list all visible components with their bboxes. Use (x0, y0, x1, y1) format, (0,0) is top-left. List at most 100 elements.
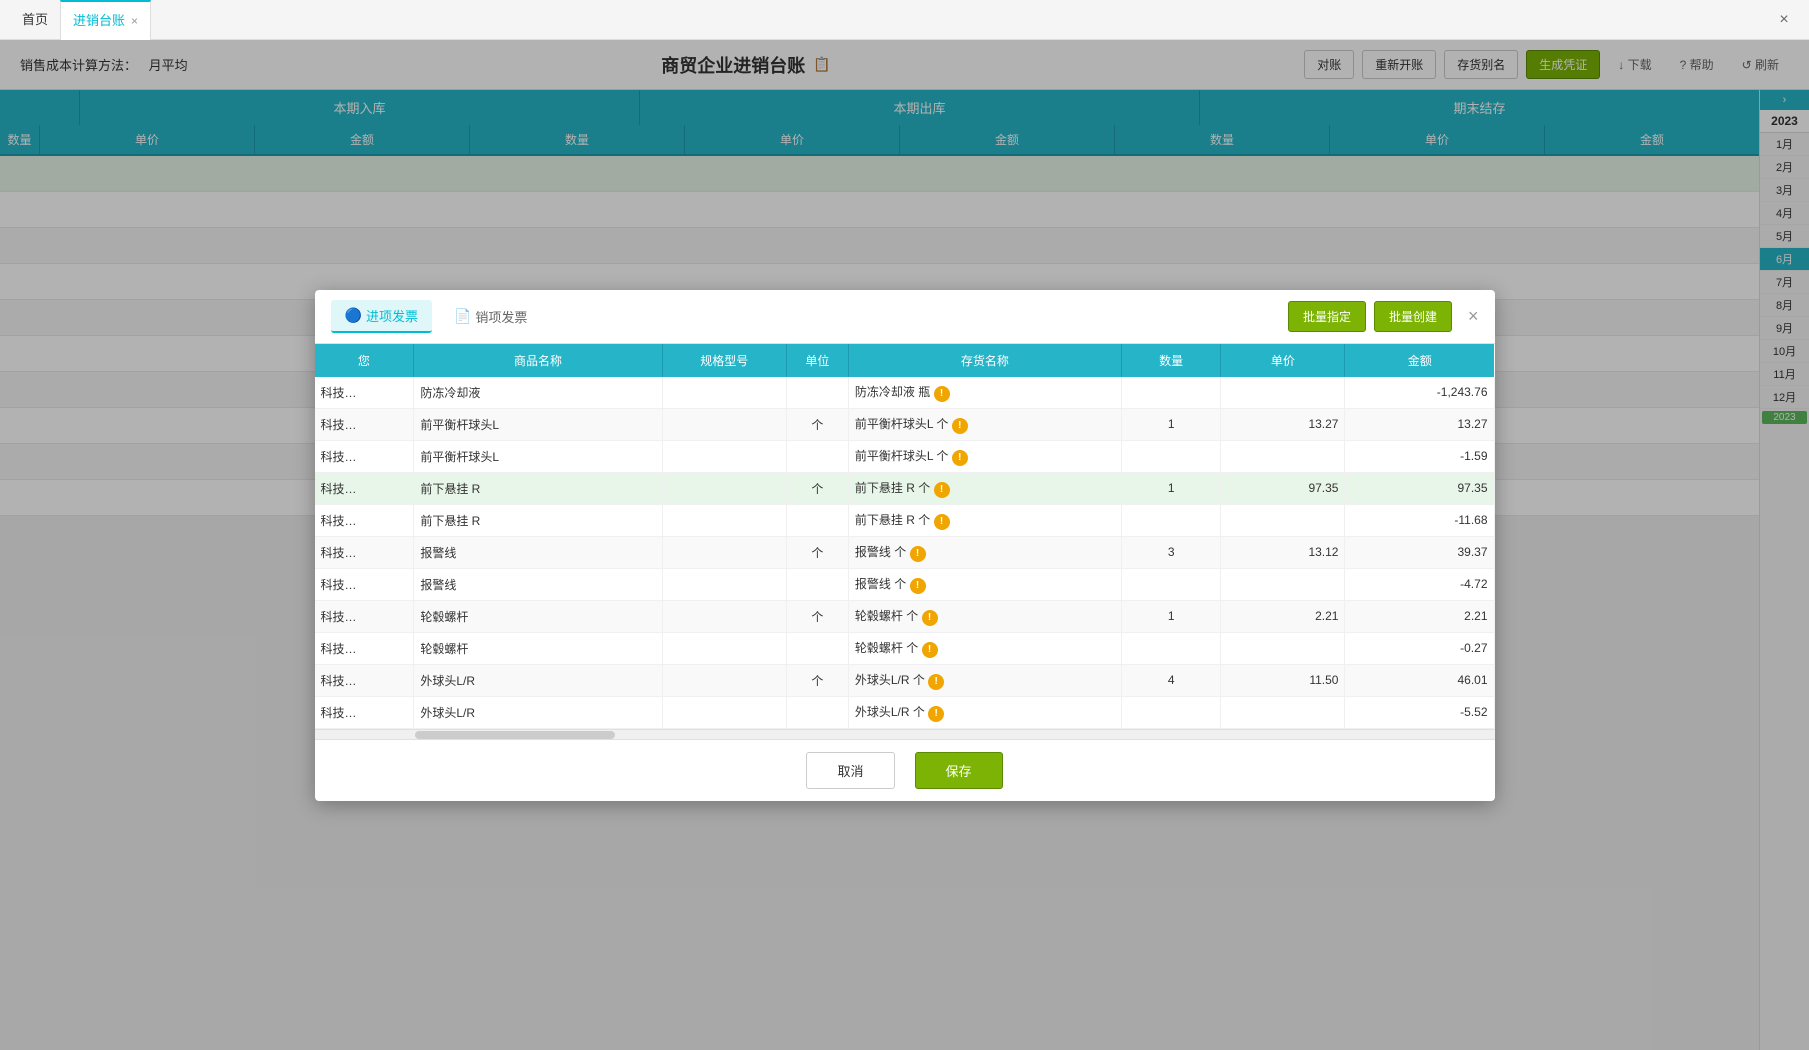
cell-supplier-8: 科技… (315, 632, 414, 664)
table-row: 科技… 轮毂螺杆 个 轮毂螺杆 个 ! 1 2.21 2.21 (315, 600, 1495, 632)
warn-icon: ! (928, 674, 944, 690)
warn-icon: ! (952, 418, 968, 434)
cell-spec-3 (662, 472, 786, 504)
cell-unit-0 (786, 377, 848, 409)
table-row: 科技… 前下悬挂 R 前下悬挂 R 个 ! -11.68 (315, 504, 1495, 536)
cell-amount-8: -0.27 (1345, 632, 1494, 664)
modal-header: 🔵 进项发票 📄 销项发票 批量指定 批量创建 × (315, 290, 1495, 344)
cell-amount-7: 2.21 (1345, 600, 1494, 632)
cell-qty-3: 1 (1122, 472, 1221, 504)
cell-qty-4 (1122, 504, 1221, 536)
modal-table: 您 商品名称 规格型号 单位 存货名称 数量 单价 金额 科技… 防冻冷却液 (315, 344, 1495, 729)
tab-sales-invoice[interactable]: 📄 销项发票 (440, 301, 541, 332)
cell-spec-10 (662, 696, 786, 728)
sales-tab-icon: 📄 (454, 308, 471, 325)
tab-home[interactable]: 首页 (10, 0, 60, 40)
col-header-unit: 单位 (786, 344, 848, 377)
cell-unit-4 (786, 504, 848, 536)
cell-product-3: 前下悬挂 R (414, 472, 662, 504)
cell-unit-10 (786, 696, 848, 728)
cell-inventory-2: 前平衡杆球头L 个 ! (848, 440, 1121, 472)
cell-spec-2 (662, 440, 786, 472)
table-row: 科技… 前平衡杆球头L 个 前平衡杆球头L 个 ! 1 13.27 13.27 (315, 408, 1495, 440)
modal-scrollbar-thumb[interactable] (415, 731, 615, 739)
cell-supplier-3: 科技… (315, 472, 414, 504)
cell-price-6 (1221, 568, 1345, 600)
cell-qty-5: 3 (1122, 536, 1221, 568)
warn-icon: ! (934, 482, 950, 498)
col-header-supplier: 您 (315, 344, 414, 377)
cell-supplier-2: 科技… (315, 440, 414, 472)
tab-active[interactable]: 进销台账 × (60, 0, 151, 40)
cell-spec-4 (662, 504, 786, 536)
modal-header-buttons: 批量指定 批量创建 (1288, 301, 1452, 332)
batch-assign-button[interactable]: 批量指定 (1288, 301, 1366, 332)
cell-product-6: 报警线 (414, 568, 662, 600)
cell-amount-3: 97.35 (1345, 472, 1494, 504)
cell-spec-1 (662, 408, 786, 440)
table-row: 科技… 防冻冷却液 防冻冷却液 瓶 ! -1,243.76 (315, 377, 1495, 409)
cell-amount-10: -5.52 (1345, 696, 1494, 728)
cell-qty-6 (1122, 568, 1221, 600)
cell-supplier-6: 科技… (315, 568, 414, 600)
cell-amount-4: -11.68 (1345, 504, 1494, 536)
cell-qty-7: 1 (1122, 600, 1221, 632)
cell-unit-5: 个 (786, 536, 848, 568)
cell-supplier-1: 科技… (315, 408, 414, 440)
cell-supplier-9: 科技… (315, 664, 414, 696)
cell-price-7: 2.21 (1221, 600, 1345, 632)
batch-create-button[interactable]: 批量创建 (1374, 301, 1452, 332)
modal-close-button[interactable]: × (1468, 306, 1479, 327)
col-header-amount: 金额 (1345, 344, 1494, 377)
cell-inventory-10: 外球头L/R 个 ! (848, 696, 1121, 728)
cell-unit-9: 个 (786, 664, 848, 696)
invoice-table: 您 商品名称 规格型号 单位 存货名称 数量 单价 金额 科技… 防冻冷却液 (315, 344, 1495, 729)
cell-price-8 (1221, 632, 1345, 664)
cell-unit-6 (786, 568, 848, 600)
cell-unit-2 (786, 440, 848, 472)
cancel-button[interactable]: 取消 (806, 752, 894, 789)
cell-product-9: 外球头L/R (414, 664, 662, 696)
table-row: 科技… 外球头L/R 个 外球头L/R 个 ! 4 11.50 46.01 (315, 664, 1495, 696)
cell-supplier-10: 科技… (315, 696, 414, 728)
tab-purchase-invoice[interactable]: 🔵 进项发票 (331, 300, 432, 333)
cell-inventory-9: 外球头L/R 个 ! (848, 664, 1121, 696)
window-close-button[interactable]: × (1769, 5, 1799, 35)
table-row: 科技… 外球头L/R 外球头L/R 个 ! -5.52 (315, 696, 1495, 728)
cell-spec-9 (662, 664, 786, 696)
warn-icon: ! (934, 386, 950, 402)
cell-product-0: 防冻冷却液 (414, 377, 662, 409)
cell-inventory-4: 前下悬挂 R 个 ! (848, 504, 1121, 536)
cell-inventory-7: 轮毂螺杆 个 ! (848, 600, 1121, 632)
modal-footer: 取消 保存 (315, 739, 1495, 801)
cell-qty-0 (1122, 377, 1221, 409)
save-button[interactable]: 保存 (915, 752, 1003, 789)
cell-inventory-5: 报警线 个 ! (848, 536, 1121, 568)
tab-close-icon[interactable]: × (131, 1, 138, 41)
col-header-qty: 数量 (1122, 344, 1221, 377)
cell-unit-1: 个 (786, 408, 848, 440)
cell-unit-8 (786, 632, 848, 664)
cell-inventory-8: 轮毂螺杆 个 ! (848, 632, 1121, 664)
modal-scrollbar[interactable] (315, 729, 1495, 739)
warn-icon: ! (952, 450, 968, 466)
cell-inventory-1: 前平衡杆球头L 个 ! (848, 408, 1121, 440)
cell-amount-9: 46.01 (1345, 664, 1494, 696)
cell-qty-2 (1122, 440, 1221, 472)
cell-price-10 (1221, 696, 1345, 728)
cell-qty-10 (1122, 696, 1221, 728)
cell-unit-7: 个 (786, 600, 848, 632)
cell-amount-0: -1,243.76 (1345, 377, 1494, 409)
cell-qty-8 (1122, 632, 1221, 664)
cell-product-10: 外球头L/R (414, 696, 662, 728)
cell-product-7: 轮毂螺杆 (414, 600, 662, 632)
table-row: 科技… 报警线 报警线 个 ! -4.72 (315, 568, 1495, 600)
table-row: 科技… 前下悬挂 R 个 前下悬挂 R 个 ! 1 97.35 97.35 (315, 472, 1495, 504)
cell-inventory-6: 报警线 个 ! (848, 568, 1121, 600)
table-header-row: 您 商品名称 规格型号 单位 存货名称 数量 单价 金额 (315, 344, 1495, 377)
cell-product-2: 前平衡杆球头L (414, 440, 662, 472)
purchase-tab-icon: 🔵 (345, 307, 362, 324)
cell-supplier-5: 科技… (315, 536, 414, 568)
cell-spec-0 (662, 377, 786, 409)
cell-inventory-3: 前下悬挂 R 个 ! (848, 472, 1121, 504)
